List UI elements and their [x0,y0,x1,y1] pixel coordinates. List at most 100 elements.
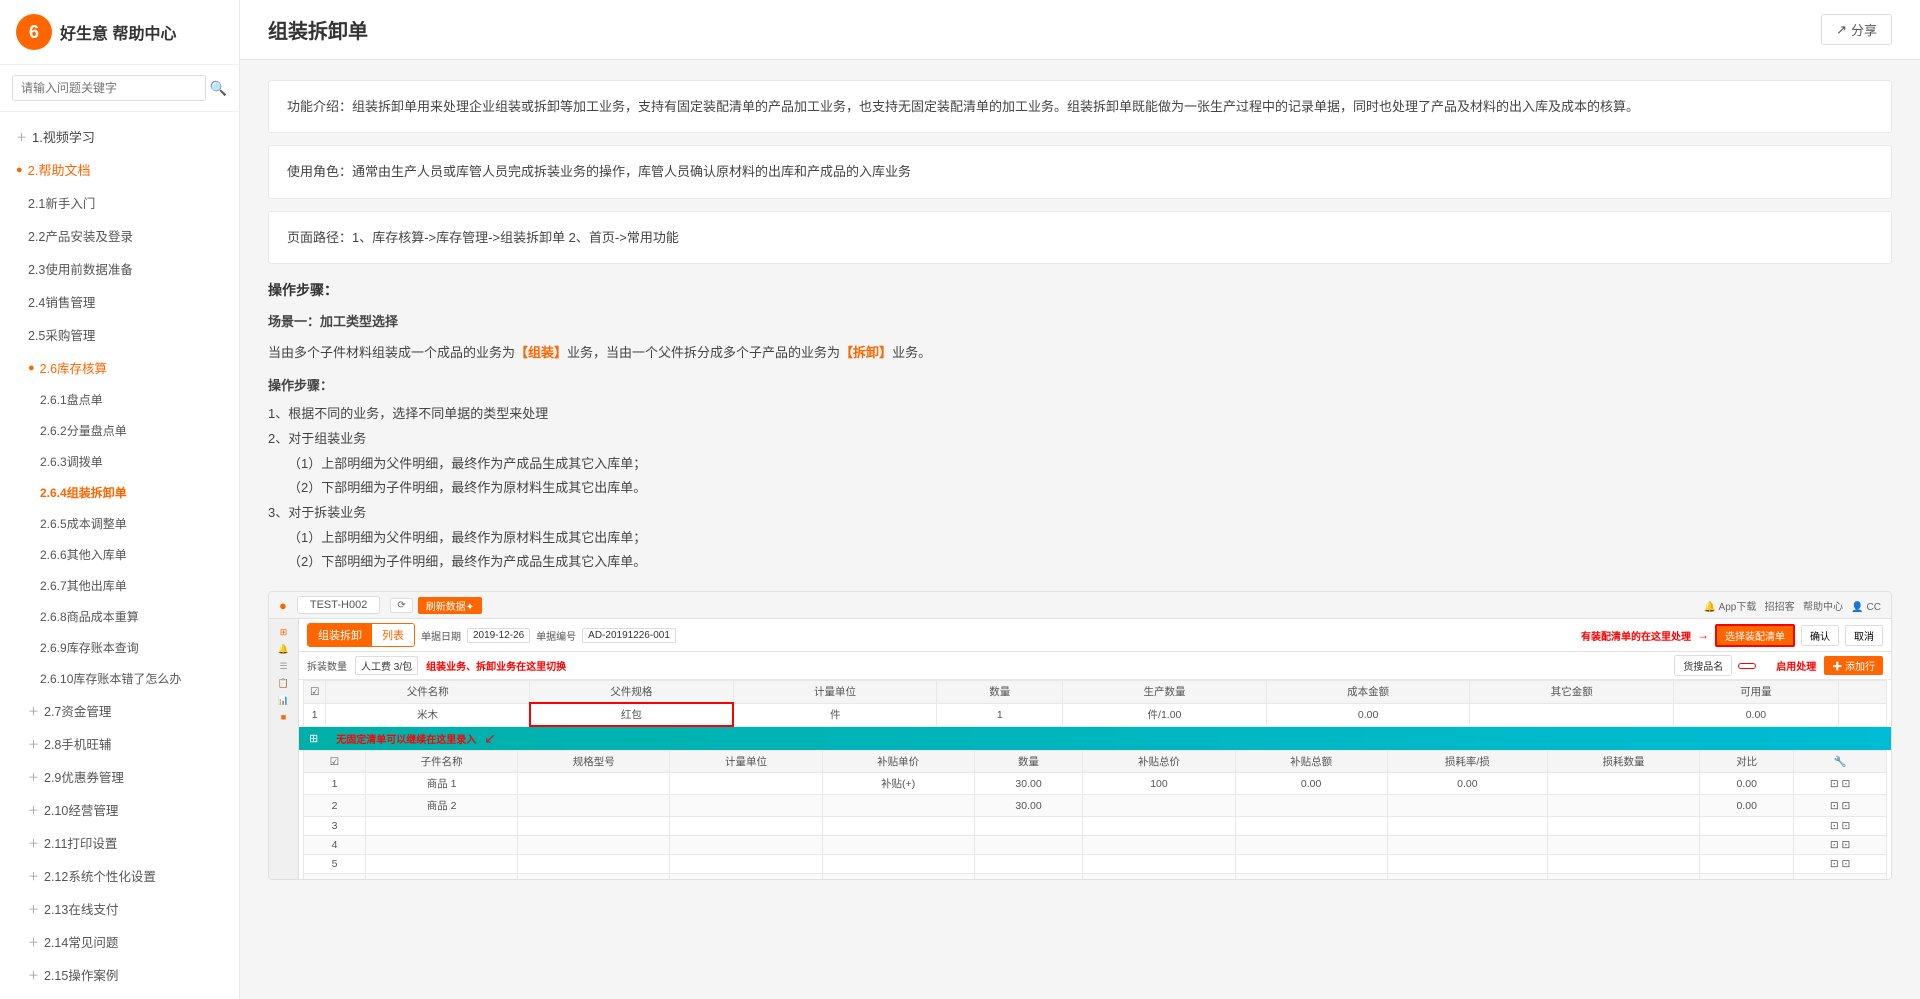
mock-top-table-header: ☑ 父件名称 父件规格 计量单位 数量 生产数量 成本金额 其它金额 可用量 [304,681,1887,704]
mock-btd-1-subsidy: 补贴(+) [822,773,974,795]
sidebar-item-videos[interactable]: ＋ 1.视频学习 [0,120,239,153]
mock-left-icon2: 🔔 [278,644,289,655]
highlight-disassembly: 【拆卸】 [840,345,892,360]
mock-bth-ops: 🔧 [1794,751,1887,773]
sidebar-item-custom[interactable]: ＋ 2.12系统个性化设置 [0,859,239,892]
mock-type-selector[interactable]: 组装拆卸 列表 [307,623,415,647]
sidebar-item-mobile[interactable]: ＋ 2.8手机旺辅 [0,727,239,760]
sidebar-item-cost-adjust-label: 2.6.5成本调整单 [40,515,127,532]
sidebar-item-faq-label: 2.14常见问题 [44,932,118,951]
steps-title: 操作步骤： [268,280,1892,300]
mock-bth-spec: 规格型号 [518,751,670,773]
sidebar-item-faq[interactable]: ＋ 2.14常见问题 [0,925,239,958]
mock-btd-2-spec [518,795,670,817]
sidebar-item-newbie[interactable]: 2.1新手入门 [0,186,239,219]
mock-td-ops1 [1838,703,1886,726]
mock-main-area: ⊞ 🔔 ☰ 📋 📊 ■ 组装拆卸 列表 [269,619,1891,879]
mock-left-strip: ⊞ 🔔 ☰ 📋 📊 ■ [269,619,299,879]
sidebar-item-stocktake[interactable]: 2.6.1盘点单 [0,384,239,415]
expand-payment-icon: ＋ [28,901,39,917]
nav-tree: ＋ 1.视频学习 ● 2.帮助文档 2.1新手入门 2.2产品安装及登录 2.3… [0,112,239,999]
mock-th-cost: 成本金额 [1266,681,1470,704]
mock-add-row-btn[interactable]: ✚ 添加行 [1824,656,1883,675]
mock-left-icon1: ⊞ [280,627,288,638]
sidebar-item-data-prep[interactable]: 2.3使用前数据准备 [0,252,239,285]
mock-bth-subsidy: 补贴单价 [822,751,974,773]
sidebar-item-docs-label: 2.帮助文档 [28,160,91,179]
mock-btd-2-ops: ⊡ ⊡ [1794,795,1887,817]
sidebar-item-install[interactable]: 2.2产品安装及登录 [0,219,239,252]
mock-btd-2-lossqty [1547,795,1699,817]
search-input[interactable] [12,75,206,101]
sidebar-item-sales[interactable]: 2.4销售管理 [0,285,239,318]
mock-btd-1-compare: 0.00 [1700,773,1794,795]
expand-finance-icon: ＋ [28,703,39,719]
mock-tab-new[interactable]: 组装拆卸 [308,624,372,646]
sidebar-item-ops[interactable]: ＋ 2.10经营管理 [0,793,239,826]
mock-confirm-btn[interactable]: 确认 [1801,625,1839,646]
mock-btd-1-loss: 0.00 [1387,773,1547,795]
expand-faq-icon: ＋ [28,934,39,950]
sidebar-item-coupon[interactable]: ＋ 2.9优惠券管理 [0,760,239,793]
mock-type-toggle: 组装业务、拆卸业务在这里切换 [426,658,570,673]
mock-td-spec1: 红包 [530,703,734,726]
step-2-2: （2）下部明细为子件明细，最终作为原材料生成其它出库单。 [288,476,1892,501]
mock-bottom-row-5: 5⊡ ⊡ [304,855,1887,874]
step-2-1: （1）上部明细为父件明细，最终作为产成品生成其它入库单； [288,452,1892,477]
sidebar-item-other-out[interactable]: 2.6.7其他出库单 [0,570,239,601]
page-title: 组装拆卸单 [268,15,368,44]
expand-cases-icon: ＋ [28,967,39,983]
mock-annotation4-text: 启用处理 [1776,662,1816,673]
sidebar-item-cost-adjust[interactable]: 2.6.5成本调整单 [0,508,239,539]
mock-product-input[interactable] [1738,663,1756,669]
mock-btd-2-unit [670,795,822,817]
sidebar-item-inventory[interactable]: ● 2.6库存核算 [0,351,239,384]
sidebar-item-partial-stocktake[interactable]: 2.6.2分量盘点单 [0,415,239,446]
mock-logo: ● [279,598,287,613]
feature-intro-block: 功能介绍：组装拆卸单用来处理企业组装或拆卸等加工业务，支持有固定装配清单的产品加… [268,80,1892,133]
mock-td-prodqty1: 件/1.00 [1063,703,1267,726]
mock-tab-list[interactable]: 列表 [372,624,414,646]
mock-btd-2-name: 商品 2 [366,795,518,817]
screenshot-container: ● TEST-H002 ⟳ 刷新数据✦ 🔔 App下载 招招客 帮助中心 👤 C… [268,591,1892,880]
mock-date-value: 2019-12-26 [467,628,530,643]
sidebar-item-stock-error-label: 2.6.10库存账本错了怎么办 [40,670,181,687]
sidebar-item-payment[interactable]: ＋ 2.13在线支付 [0,892,239,925]
mock-qty-label: 拆装数量 [307,658,347,673]
mock-url: TEST-H002 [297,596,380,614]
mock-btd-1-lossqty [1547,773,1699,795]
sidebar-item-purchase[interactable]: 2.5采购管理 [0,318,239,351]
sidebar-item-other-in[interactable]: 2.6.6其他入库单 [0,539,239,570]
mock-bth-total1: 补贴总价 [1083,751,1235,773]
mock-td-avail1: 0.00 [1674,703,1839,726]
feature-intro-text: 功能介绍：组装拆卸单用来处理企业组装或拆卸等加工业务，支持有固定装配清单的产品加… [287,95,1873,118]
sidebar-item-stock-error[interactable]: 2.6.10库存账本错了怎么办 [0,663,239,694]
sidebar-item-finance-label: 2.7资金管理 [44,701,111,720]
mock-bth-loss: 损耗率/损 [1387,751,1547,773]
sidebar-item-payment-label: 2.13在线支付 [44,899,118,918]
sidebar-item-assembly[interactable]: 2.6.4组装拆卸单 [0,477,239,508]
search-button[interactable]: 🔍 [210,80,227,97]
mock-bth-total2: 补贴总额 [1235,751,1387,773]
mock-annotation1-text: 有装配清单的在这里处理 [1581,628,1691,643]
sidebar-item-print[interactable]: ＋ 2.11打印设置 [0,826,239,859]
mock-cancel-btn[interactable]: 取消 [1845,625,1883,646]
share-button[interactable]: ↗ 分享 [1821,14,1892,45]
sidebar-item-finance[interactable]: ＋ 2.7资金管理 [0,694,239,727]
mock-btd-2-compare: 0.00 [1700,795,1794,817]
mock-content-area: 组装拆卸 列表 单据日期 2019-12-26 单据编号 AD-20191226… [299,619,1891,879]
sidebar-item-adjust[interactable]: 2.6.3调拨单 [0,446,239,477]
mock-btd-1-total2: 0.00 [1235,773,1387,795]
mock-left-icon5: 📊 [278,695,289,706]
sidebar-item-cases[interactable]: ＋ 2.15操作案例 [0,958,239,991]
sidebar-item-docs[interactable]: ● 2.帮助文档 [0,153,239,186]
mock-top-icons: ⟳ 刷新数据✦ [390,597,482,614]
highlight-assembly: 【组装】 [515,345,567,360]
sidebar-item-cost-calc[interactable]: 2.6.8商品成本重算 [0,601,239,632]
sidebar-item-stock-query[interactable]: 2.6.9库存账本查询 [0,632,239,663]
mock-select-bom-btn[interactable]: 选择装配清单 [1715,624,1795,647]
mock-product-search[interactable]: 货搜品名 [1674,655,1732,676]
sidebar-item-videos-label: 1.视频学习 [32,127,95,146]
mock-th-other: 其它金额 [1470,681,1674,704]
mock-th-check: ☑ [304,681,326,704]
